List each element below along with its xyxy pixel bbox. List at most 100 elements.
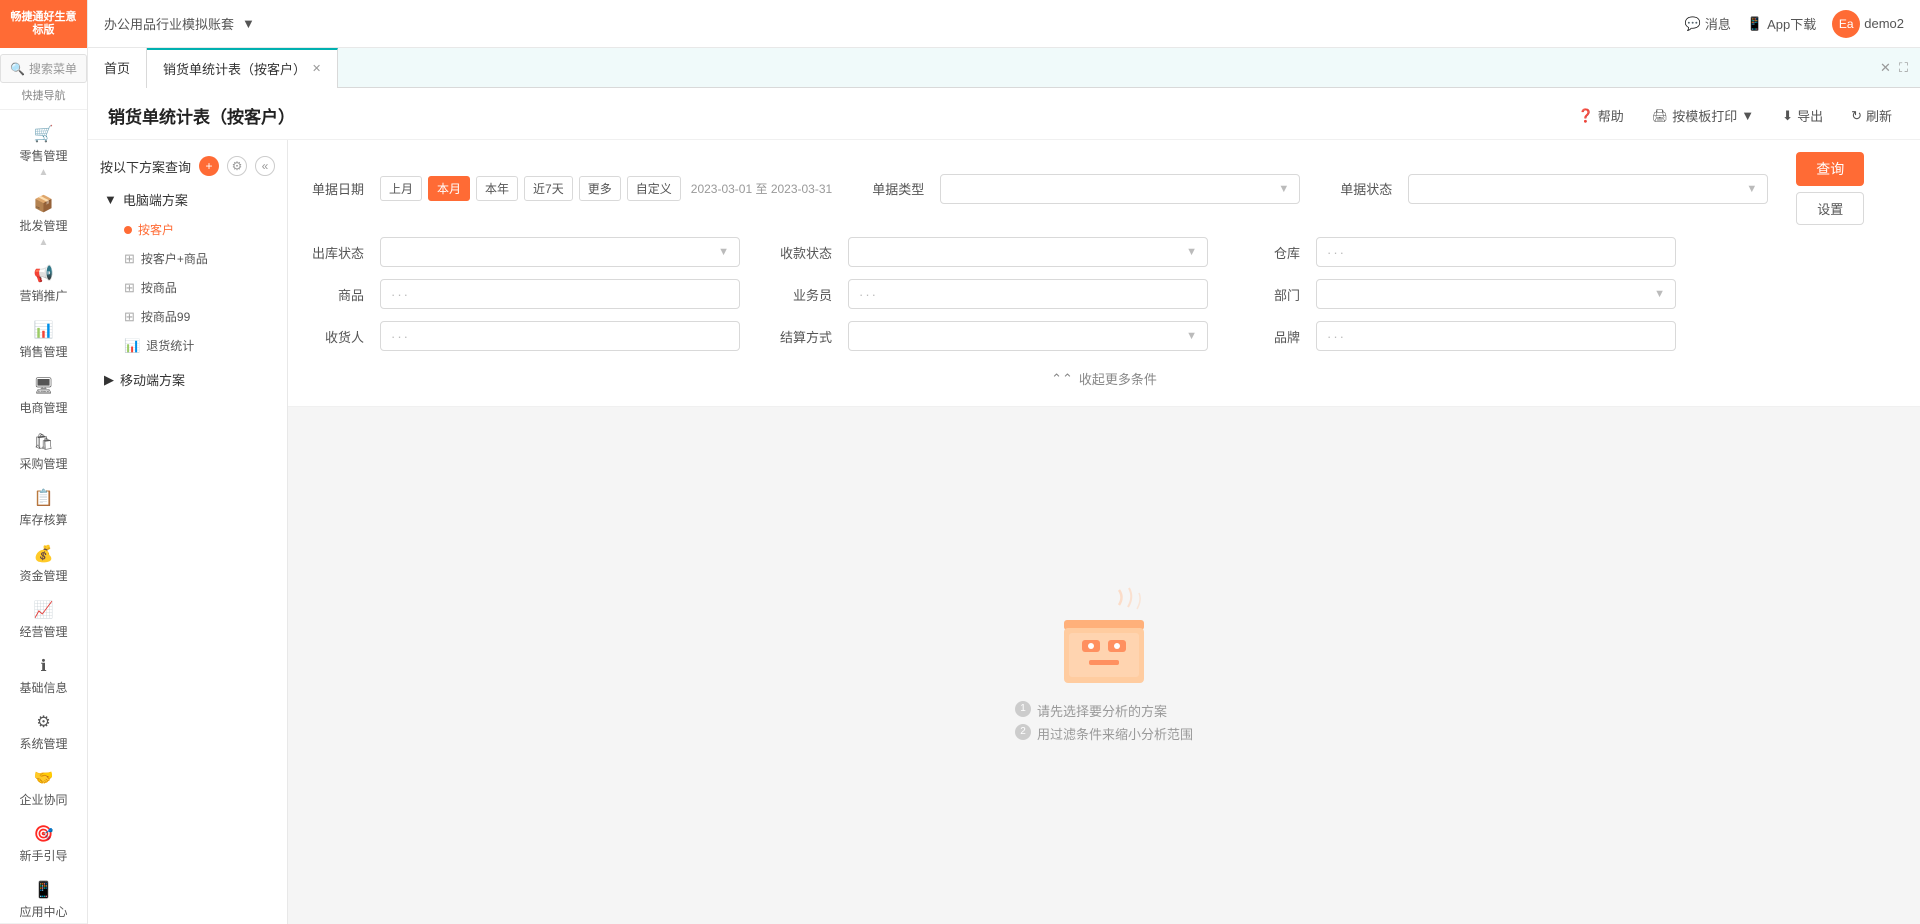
tree-desktop-parent[interactable]: ▼ 电脑端方案 xyxy=(96,184,279,215)
nav-label: 批发管理 xyxy=(19,217,67,234)
sidebar-item-营销推广[interactable]: 📢营销推广 xyxy=(0,256,87,312)
settings-scheme-button[interactable]: ⚙ xyxy=(227,156,247,176)
tab-close-button[interactable]: ✕ xyxy=(312,62,321,75)
salesman-dots: ··· xyxy=(859,287,878,302)
export-label: 导出 xyxy=(1797,106,1823,125)
left-panel: 按以下方案查询 + ⚙ « ▼ 电脑端方案 按客户 xyxy=(88,140,288,924)
collapse-panel-button[interactable]: « xyxy=(255,156,275,176)
sidebar-item-采购管理[interactable]: 🛍采购管理 xyxy=(0,424,87,480)
print-chevron: ▼ xyxy=(1741,108,1754,123)
tree-collapsed-icon: ▶ xyxy=(104,372,114,388)
tree-item-by-goods99[interactable]: ⊞ 按商品99 xyxy=(116,302,279,331)
sidebar-item-企业协同[interactable]: 🤝企业协同 xyxy=(0,760,87,816)
receipt-status-select[interactable]: ▼ xyxy=(848,237,1208,267)
left-panel-header: 按以下方案查询 + ⚙ « xyxy=(88,150,287,184)
tree-item-customer-goods[interactable]: ⊞ 按客户+商品 xyxy=(116,244,279,273)
tab-home[interactable]: 首页 xyxy=(88,48,147,88)
sidebar-item-库存核算[interactable]: 📋库存核算 xyxy=(0,480,87,536)
nav-icon: 📢 xyxy=(34,264,54,284)
goods-label: 商品 xyxy=(308,285,364,304)
date-last-month[interactable]: 上月 xyxy=(380,176,422,201)
refresh-button[interactable]: ↻ 刷新 xyxy=(1843,102,1900,129)
sidebar-item-批发管理[interactable]: 📦批发管理▲ xyxy=(0,186,87,256)
nav-label: 销售管理 xyxy=(19,343,67,360)
filter-area: 单据日期 上月 本月 本年 近7天 更多 自定义 2023-03-01 至 20… xyxy=(288,140,1920,407)
filter-row-3: 商品 ··· 业务员 ··· 部门 ▼ xyxy=(308,279,1900,309)
payment-label: 结算方式 xyxy=(776,327,832,346)
sidebar-item-经营管理[interactable]: 📈经营管理 xyxy=(0,592,87,648)
export-button[interactable]: ⬇ 导出 xyxy=(1774,102,1831,129)
help-button[interactable]: ❓ 帮助 xyxy=(1570,102,1632,129)
bar-icon: 📊 xyxy=(124,338,140,354)
tree-item-return-stats[interactable]: 📊 退货统计 xyxy=(116,331,279,360)
by-customer-label: 按客户 xyxy=(138,221,174,238)
nav-icon: ⚙ xyxy=(36,712,50,732)
doc-type-label: 单据类型 xyxy=(868,179,924,198)
nav-arrow: ▲ xyxy=(39,167,49,178)
department-label: 部门 xyxy=(1244,285,1300,304)
help-label: 帮助 xyxy=(1598,106,1624,125)
query-button[interactable]: 查询 xyxy=(1796,152,1864,186)
nav-icon: 🛒 xyxy=(34,124,54,144)
sidebar-item-零售管理[interactable]: 🛒零售管理▲ xyxy=(0,116,87,186)
date-more[interactable]: 更多 xyxy=(579,176,621,201)
nav-icon: 💰 xyxy=(34,544,54,564)
print-button[interactable]: 🖨 按模板打印 ▼ xyxy=(1644,102,1762,129)
active-dot xyxy=(124,226,132,234)
logo-area: 畅捷通好生意 标版 xyxy=(0,0,87,48)
collapse-more-button[interactable]: ⌃⌃ 收起更多条件 xyxy=(1039,363,1169,394)
salesman-select[interactable]: ··· xyxy=(848,279,1208,309)
doc-status-select[interactable]: ▼ xyxy=(1408,174,1768,204)
tree-desktop-children: 按客户 ⊞ 按客户+商品 ⊞ 按商品 ⊞ 按商品99 xyxy=(96,215,279,360)
grid-icon1: ⊞ xyxy=(124,251,135,267)
nav-icon: 📱 xyxy=(34,880,54,900)
date-last-7days[interactable]: 近7天 xyxy=(524,176,573,201)
goods-select[interactable]: ··· xyxy=(380,279,740,309)
nav-label: 资金管理 xyxy=(19,567,67,584)
tip-text-1: 请先选择要分析的方案 xyxy=(1037,701,1167,720)
maximize-window-icon[interactable]: ⛶ xyxy=(1899,60,1908,76)
sidebar-item-基础信息[interactable]: ℹ基础信息 xyxy=(0,648,87,704)
payment-select[interactable]: ▼ xyxy=(848,321,1208,351)
search-menu-button[interactable]: 🔍 搜索菜单 xyxy=(0,54,87,83)
empty-svg xyxy=(1044,585,1164,685)
settings-button[interactable]: 设置 xyxy=(1796,192,1864,225)
doc-type-select[interactable]: ▼ xyxy=(940,174,1300,204)
warehouse-select[interactable]: ··· xyxy=(1316,237,1676,267)
close-window-icon[interactable]: ✕ xyxy=(1880,60,1891,76)
receipt-status-label: 收款状态 xyxy=(776,243,832,262)
date-this-month[interactable]: 本月 xyxy=(428,176,470,201)
nav-label: 电商管理 xyxy=(19,399,67,416)
tree-item-by-customer[interactable]: 按客户 xyxy=(116,215,279,244)
breadcrumb-industry: 办公用品行业模拟账套 xyxy=(104,14,234,33)
sidebar-item-应用中心[interactable]: 📱 应用中心 xyxy=(0,872,87,924)
sidebar-item-销售管理[interactable]: 📊销售管理 xyxy=(0,312,87,368)
nav-label: 应用中心 xyxy=(19,903,67,920)
receiver-select[interactable]: ··· xyxy=(380,321,740,351)
tree-mobile-parent[interactable]: ▶ 移动端方案 xyxy=(96,364,279,395)
export-icon: ⬇ xyxy=(1782,108,1793,124)
avatar-text: Ea xyxy=(1839,17,1854,31)
brand-select[interactable]: ··· xyxy=(1316,321,1676,351)
empty-state: 1 请先选择要分析的方案 2 用过滤条件来缩小分析范围 xyxy=(1015,585,1193,747)
sidebar-item-电商管理[interactable]: 🖥电商管理 xyxy=(0,368,87,424)
date-custom[interactable]: 自定义 xyxy=(627,176,681,201)
out-status-select[interactable]: ▼ xyxy=(380,237,740,267)
tab-sales-stat[interactable]: 销货单统计表（按客户） ✕ xyxy=(147,48,338,88)
left-panel-title: 按以下方案查询 xyxy=(100,157,191,176)
collapse-label: 收起更多条件 xyxy=(1079,369,1157,388)
filter-row-1: 单据日期 上月 本月 本年 近7天 更多 自定义 2023-03-01 至 20… xyxy=(308,152,1900,225)
quick-nav-label: 快捷导航 xyxy=(0,87,87,103)
sidebar-item-资金管理[interactable]: 💰 资金管理 xyxy=(0,536,87,592)
department-select[interactable]: ▼ xyxy=(1316,279,1676,309)
user-area[interactable]: Ea demo2 xyxy=(1832,10,1904,38)
add-scheme-button[interactable]: + xyxy=(199,156,219,176)
receipt-status-chevron: ▼ xyxy=(1186,246,1197,258)
sidebar-item-系统管理[interactable]: ⚙系统管理 xyxy=(0,704,87,760)
sidebar-item-新手引导[interactable]: 🎯新手引导 xyxy=(0,816,87,872)
app-download-button[interactable]: 📱 App下载 xyxy=(1747,14,1816,33)
tree-desktop-label: 电脑端方案 xyxy=(123,190,188,209)
date-this-year[interactable]: 本年 xyxy=(476,176,518,201)
tree-item-by-goods[interactable]: ⊞ 按商品 xyxy=(116,273,279,302)
messages-button[interactable]: 💬 消息 xyxy=(1685,14,1731,33)
